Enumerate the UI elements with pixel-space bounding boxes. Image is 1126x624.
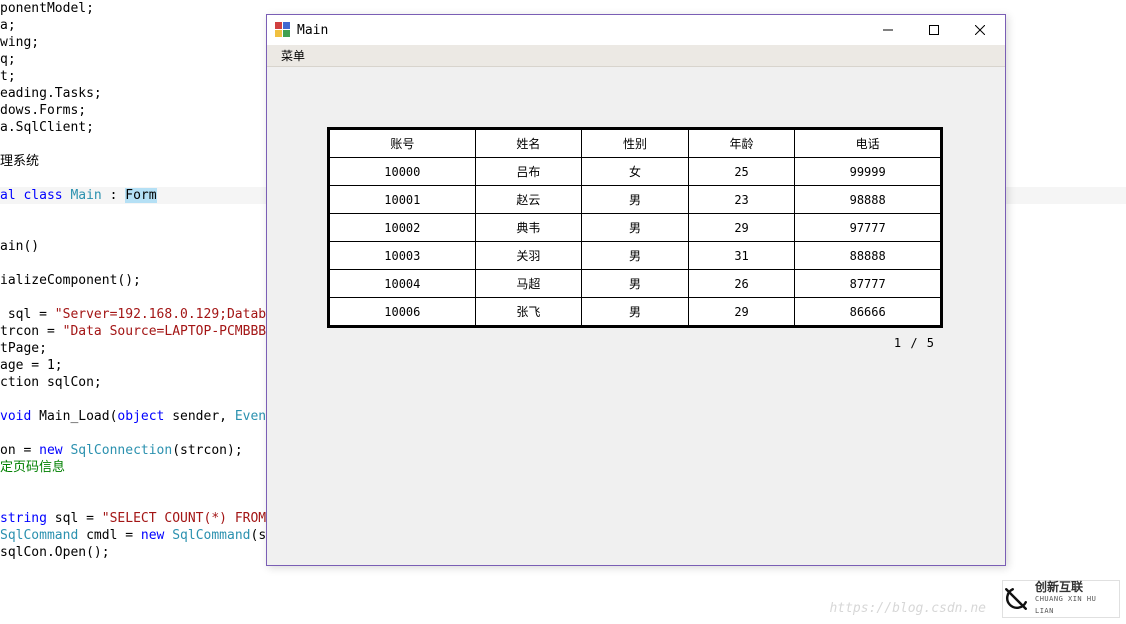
cell: 10002 [330, 214, 476, 242]
cell: 10000 [330, 158, 476, 186]
col-header: 电话 [795, 130, 941, 158]
cell: 99999 [795, 158, 941, 186]
cell: 女 [582, 158, 689, 186]
watermark-text: https://blog.csdn.ne [829, 601, 986, 616]
code-line: ponentModel; a; wing; q; t; eading.Tasks… [0, 1, 102, 169]
cell: 吕布 [475, 158, 582, 186]
app-window: Main 菜单 账号 姓名 性别 年龄 电话 [266, 14, 1006, 566]
cell: 男 [582, 214, 689, 242]
window-titlebar[interactable]: Main [267, 15, 1005, 45]
cell: 10001 [330, 186, 476, 214]
table-row[interactable]: 10004 马超 男 26 87777 [330, 270, 941, 298]
cell: 10004 [330, 270, 476, 298]
cell: 87777 [795, 270, 941, 298]
cell: 张飞 [475, 298, 582, 326]
pager-text: 1 / 5 [327, 328, 943, 350]
cell: 10006 [330, 298, 476, 326]
cell: 97777 [795, 214, 941, 242]
maximize-button[interactable] [911, 15, 957, 45]
close-button[interactable] [957, 15, 1003, 45]
cell: 马超 [475, 270, 582, 298]
data-table-container: 账号 姓名 性别 年龄 电话 10000 吕布 女 25 99999 [327, 127, 943, 350]
cell: 25 [688, 158, 795, 186]
cell: 典韦 [475, 214, 582, 242]
menu-bar: 菜单 [267, 45, 1005, 67]
cell: 31 [688, 242, 795, 270]
cell: 86666 [795, 298, 941, 326]
window-icon [275, 22, 291, 38]
table-row[interactable]: 10001 赵云 男 23 98888 [330, 186, 941, 214]
brand-logo-zh: 创新互联 [1035, 581, 1119, 593]
table-row[interactable]: 10002 典韦 男 29 97777 [330, 214, 941, 242]
cell: 男 [582, 186, 689, 214]
cell: 29 [688, 214, 795, 242]
cell: 男 [582, 298, 689, 326]
data-table: 账号 姓名 性别 年龄 电话 10000 吕布 女 25 99999 [329, 129, 941, 326]
cell: 26 [688, 270, 795, 298]
cell: 赵云 [475, 186, 582, 214]
cell: 98888 [795, 186, 941, 214]
cell: 关羽 [475, 242, 582, 270]
table-body: 10000 吕布 女 25 99999 10001 赵云 男 23 98888 [330, 158, 941, 326]
table-row[interactable]: 10003 关羽 男 31 88888 [330, 242, 941, 270]
menu-item-caidan[interactable]: 菜单 [275, 45, 311, 66]
window-title: Main [297, 23, 865, 38]
close-icon [975, 25, 985, 35]
table-row[interactable]: 10000 吕布 女 25 99999 [330, 158, 941, 186]
col-header: 年龄 [688, 130, 795, 158]
cell: 29 [688, 298, 795, 326]
brand-logo: 创新互联 CHUANG XIN HU LIAN [1002, 580, 1120, 618]
table-row[interactable]: 10006 张飞 男 29 86666 [330, 298, 941, 326]
cell: 23 [688, 186, 795, 214]
minimize-icon [883, 25, 893, 35]
brand-logo-icon [1003, 586, 1029, 612]
cell: 10003 [330, 242, 476, 270]
col-header: 性别 [582, 130, 689, 158]
col-header: 姓名 [475, 130, 582, 158]
maximize-icon [929, 25, 939, 35]
col-header: 账号 [330, 130, 476, 158]
brand-logo-py: CHUANG XIN HU LIAN [1035, 593, 1119, 617]
minimize-button[interactable] [865, 15, 911, 45]
cell: 男 [582, 242, 689, 270]
cell: 88888 [795, 242, 941, 270]
window-client-area: 账号 姓名 性别 年龄 电话 10000 吕布 女 25 99999 [267, 67, 1005, 565]
cell: 男 [582, 270, 689, 298]
table-header-row: 账号 姓名 性别 年龄 电话 [330, 130, 941, 158]
